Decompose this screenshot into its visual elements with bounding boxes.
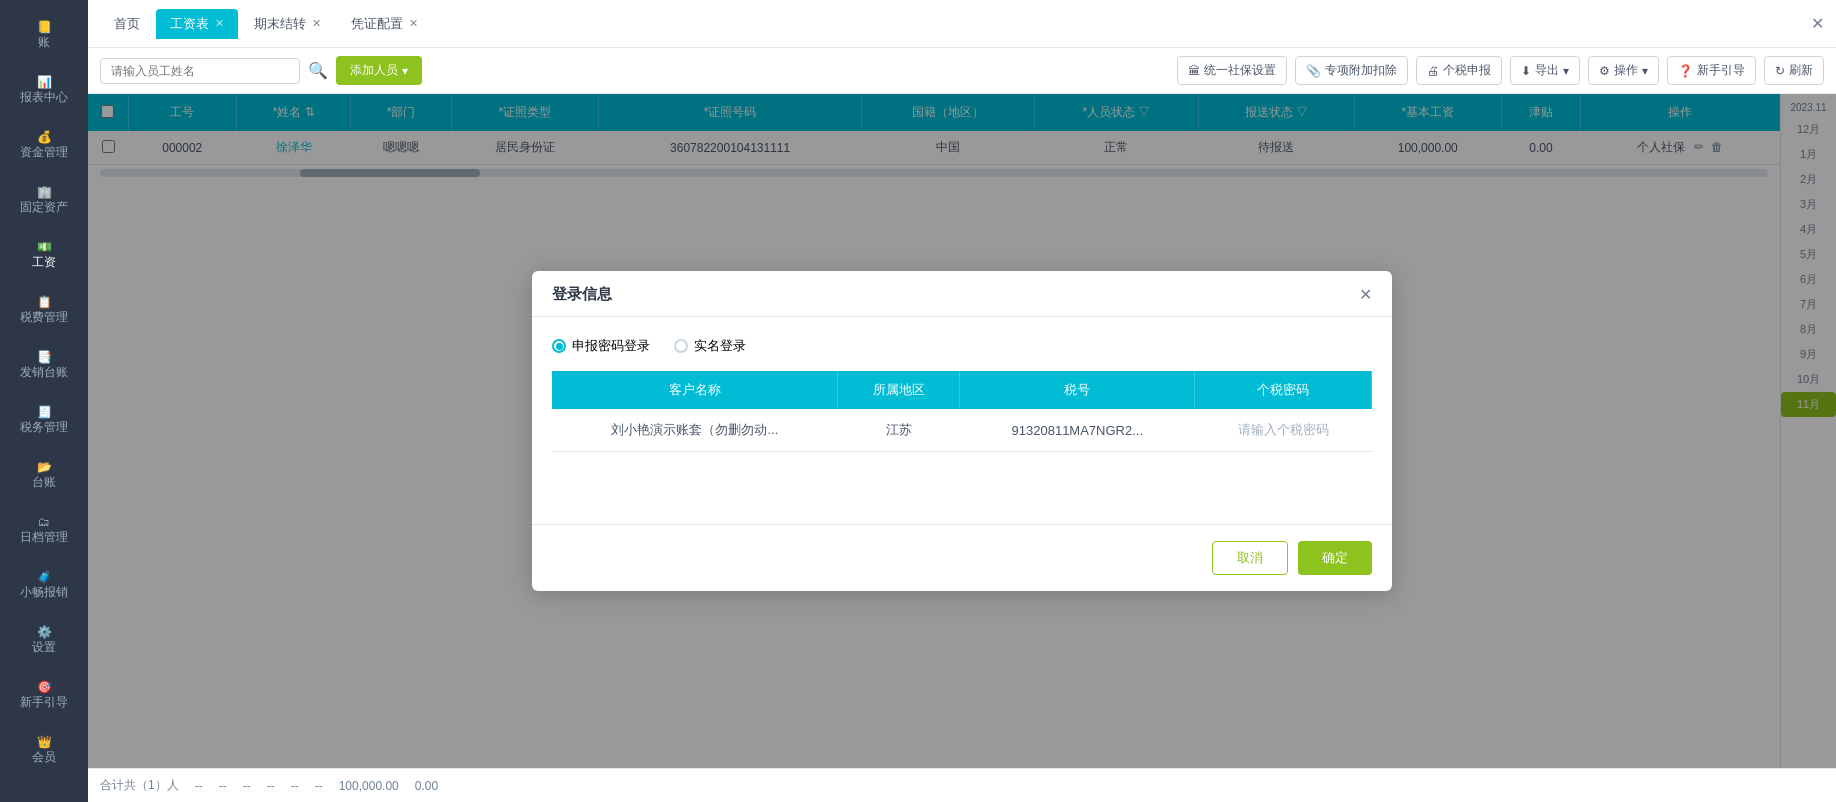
operations-dropdown-icon: ▾ <box>1642 64 1648 78</box>
guide-toolbar-icon: ❓ <box>1678 64 1693 78</box>
sidebar: 📒 账 📊 报表中心 💰 资金管理 🏢 固定资产 💵 工资 📋 税费管理 📑 发… <box>0 0 88 802</box>
salary-icon: 💵 <box>37 240 52 254</box>
sidebar-item-reports[interactable]: 📊 报表中心 <box>0 63 88 118</box>
tab-salary-table-close[interactable]: ✕ <box>215 17 224 30</box>
sidebar-item-settings[interactable]: ⚙️ 设置 <box>0 613 88 668</box>
tab-salary-table[interactable]: 工资表 ✕ <box>156 9 238 39</box>
sidebar-item-tazhang[interactable]: 📂 台账 <box>0 448 88 503</box>
footer-total-allowance: 0.00 <box>415 779 438 793</box>
modal-close-button[interactable]: ✕ <box>1359 285 1372 304</box>
tab-period-end[interactable]: 期末结转 ✕ <box>240 9 335 39</box>
tax-report-icon: 🖨 <box>1427 64 1439 78</box>
guide-icon: 🎯 <box>37 680 52 694</box>
search-icon[interactable]: 🔍 <box>308 61 328 80</box>
radio-option-realname[interactable]: 实名登录 <box>674 337 746 355</box>
sidebar-item-salary[interactable]: 💵 工资 <box>0 228 88 283</box>
sidebar-item-expense[interactable]: 🧳 小畅报销 <box>0 558 88 613</box>
ledger-icon: 📑 <box>37 350 52 364</box>
sidebar-item-account[interactable]: 📒 账 <box>0 8 88 63</box>
tab-period-end-close[interactable]: ✕ <box>312 17 321 30</box>
operations-button[interactable]: ⚙ 操作 ▾ <box>1588 56 1659 85</box>
expense-icon: 🧳 <box>37 570 52 584</box>
sidebar-item-ledger[interactable]: 📑 发销台账 <box>0 338 88 393</box>
refresh-icon: ↻ <box>1775 64 1785 78</box>
sidebar-item-funds[interactable]: 💰 资金管理 <box>0 118 88 173</box>
login-info-modal: 登录信息 ✕ 申报密码登录 实名登录 <box>532 271 1392 591</box>
modal-title: 登录信息 <box>552 285 612 304</box>
table-footer: 合计共（1）人 -- -- -- -- -- -- 100,000.00 0.0… <box>88 768 1836 802</box>
total-count: 合计共（1）人 <box>100 777 179 794</box>
modal-body: 申报密码登录 实名登录 客户名称 所属地区 税号 <box>532 317 1392 524</box>
radio-group: 申报密码登录 实名登录 <box>552 337 1372 355</box>
tax-mgmt-icon: 🧾 <box>37 405 52 419</box>
topbar: 首页 工资表 ✕ 期末结转 ✕ 凭证配置 ✕ ✕ <box>88 0 1836 48</box>
footer-dash-5: -- <box>291 779 299 793</box>
tab-voucher-config-close[interactable]: ✕ <box>409 17 418 30</box>
tax-icon: 📋 <box>37 295 52 309</box>
modal-cell-tax-number: 91320811MA7NGR2... <box>960 409 1195 452</box>
modal-header: 登录信息 ✕ <box>532 271 1392 317</box>
footer-dash-1: -- <box>195 779 203 793</box>
modal-confirm-button[interactable]: 确定 <box>1298 541 1372 575</box>
refresh-button[interactable]: ↻ 刷新 <box>1764 56 1824 85</box>
footer-dash-2: -- <box>219 779 227 793</box>
social-security-button[interactable]: 🏛 统一社保设置 <box>1177 56 1287 85</box>
modal-overlay: 登录信息 ✕ 申报密码登录 实名登录 <box>88 94 1836 768</box>
export-dropdown-icon: ▾ <box>1563 64 1569 78</box>
sidebar-item-tax-mgmt[interactable]: 🧾 税务管理 <box>0 393 88 448</box>
dropdown-icon: ▾ <box>402 64 408 78</box>
modal-table-row: 刘小艳演示账套（勿删勿动... 江苏 91320811MA7NGR2... 请输… <box>552 409 1372 452</box>
modal-col-tax-number: 税号 <box>960 371 1195 409</box>
modal-cancel-button[interactable]: 取消 <box>1212 541 1288 575</box>
radio-option-password[interactable]: 申报密码登录 <box>552 337 650 355</box>
modal-col-region: 所属地区 <box>838 371 960 409</box>
tazhang-icon: 📂 <box>37 460 52 474</box>
radio-realname-indicator <box>674 339 688 353</box>
archive-icon: 🗂 <box>38 515 50 529</box>
modal-cell-password: 请输入个税密码 <box>1195 409 1372 452</box>
tab-home[interactable]: 首页 <box>100 9 154 39</box>
main-area: 首页 工资表 ✕ 期末结转 ✕ 凭证配置 ✕ ✕ 🔍 添加人员 ▾ 🏛 统一社保… <box>88 0 1836 802</box>
footer-total-salary: 100,000.00 <box>339 779 399 793</box>
export-icon: ⬇ <box>1521 64 1531 78</box>
footer-dash-4: -- <box>267 779 275 793</box>
guide-button[interactable]: ❓ 新手引导 <box>1667 56 1756 85</box>
modal-table: 客户名称 所属地区 税号 个税密码 刘小艳演示账套（勿删勿动... 江苏 913… <box>552 371 1372 452</box>
add-person-button[interactable]: 添加人员 ▾ <box>336 56 422 85</box>
member-icon: 👑 <box>37 735 52 749</box>
modal-cell-region: 江苏 <box>838 409 960 452</box>
footer-dash-6: -- <box>315 779 323 793</box>
settings-icon: ⚙️ <box>37 625 52 639</box>
assets-icon: 🏢 <box>37 185 52 199</box>
reports-icon: 📊 <box>37 75 52 89</box>
toolbar: 🔍 添加人员 ▾ 🏛 统一社保设置 📎 专项附加扣除 🖨 个税申报 ⬇ 导出 ▾… <box>88 48 1836 94</box>
tax-report-button[interactable]: 🖨 个税申报 <box>1416 56 1502 85</box>
main-close-button[interactable]: ✕ <box>1811 14 1824 33</box>
modal-footer: 取消 确定 <box>532 524 1392 591</box>
social-security-icon: 🏛 <box>1188 64 1200 78</box>
operations-icon: ⚙ <box>1599 64 1610 78</box>
funds-icon: 💰 <box>37 130 52 144</box>
sidebar-item-archive[interactable]: 🗂 日档管理 <box>0 503 88 558</box>
modal-col-password: 个税密码 <box>1195 371 1372 409</box>
sidebar-item-assets[interactable]: 🏢 固定资产 <box>0 173 88 228</box>
export-button[interactable]: ⬇ 导出 ▾ <box>1510 56 1580 85</box>
radio-password-indicator <box>552 339 566 353</box>
sidebar-item-guide[interactable]: 🎯 新手引导 <box>0 668 88 723</box>
sidebar-item-tax[interactable]: 📋 税费管理 <box>0 283 88 338</box>
account-icon: 📒 <box>37 20 52 34</box>
special-deduction-icon: 📎 <box>1306 64 1321 78</box>
footer-dash-3: -- <box>243 779 251 793</box>
search-input[interactable] <box>100 58 300 84</box>
modal-col-client-name: 客户名称 <box>552 371 838 409</box>
modal-cell-client-name: 刘小艳演示账套（勿删勿动... <box>552 409 838 452</box>
tab-voucher-config[interactable]: 凭证配置 ✕ <box>337 9 432 39</box>
sidebar-item-member[interactable]: 👑 会员 <box>0 723 88 778</box>
special-deduction-button[interactable]: 📎 专项附加扣除 <box>1295 56 1408 85</box>
